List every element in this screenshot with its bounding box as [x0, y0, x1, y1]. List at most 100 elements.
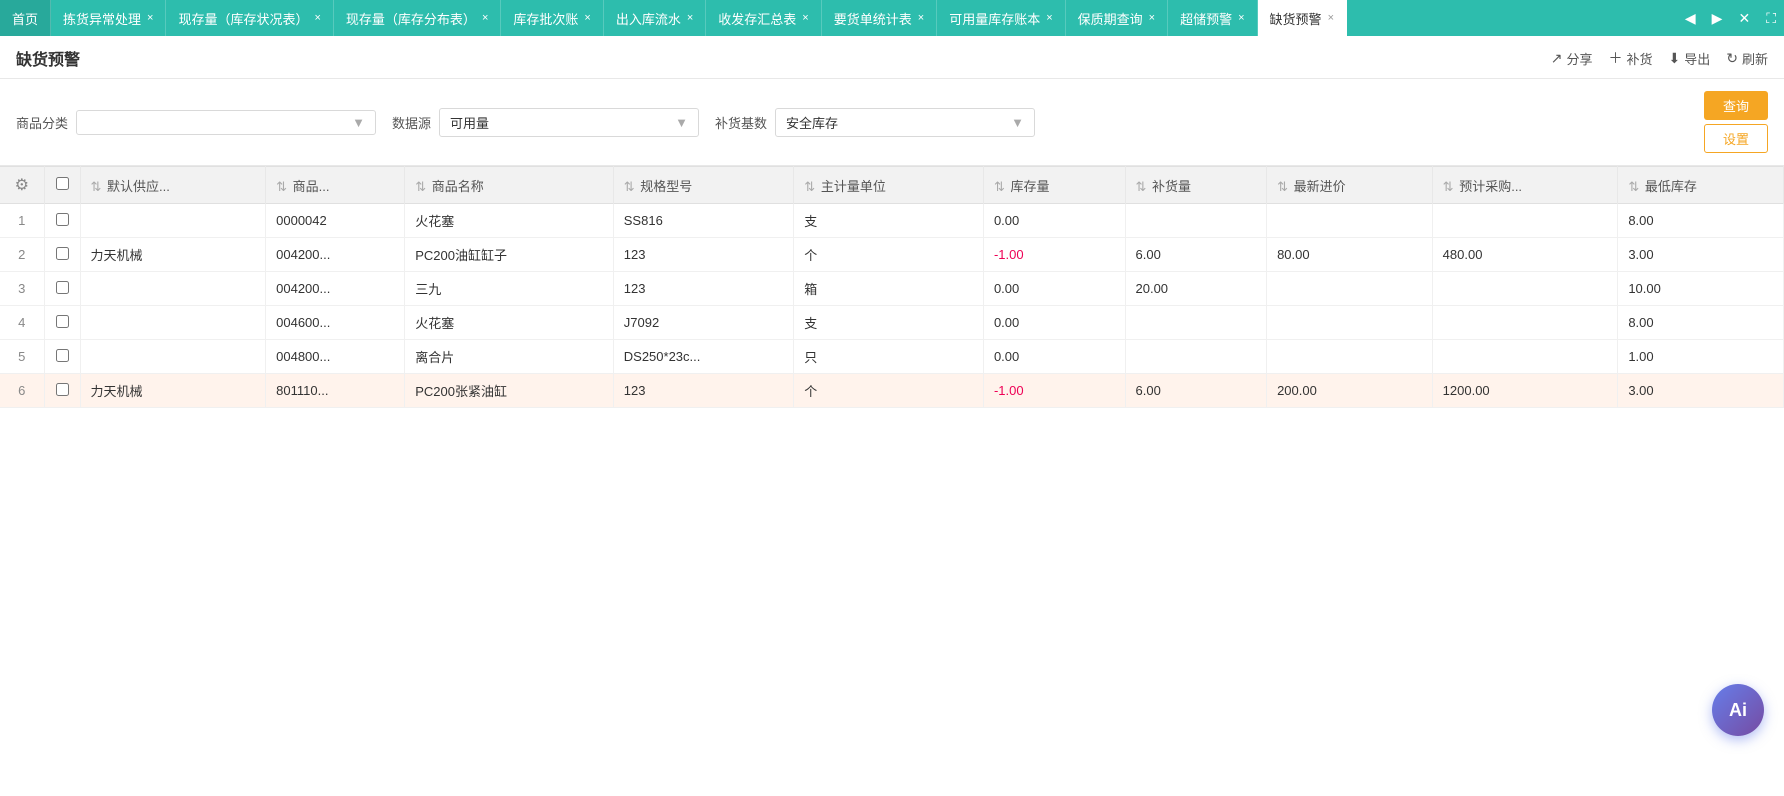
row-spec: DS250*23c...	[613, 340, 794, 374]
tab-label: 保质期查询	[1078, 9, 1143, 28]
row-index: 3	[0, 272, 44, 306]
row-stock: 0.00	[983, 340, 1125, 374]
row-spec: 123	[613, 238, 794, 272]
row-product-name: 火花塞	[405, 306, 614, 340]
sort-icon: ⇅	[1628, 179, 1639, 194]
category-label: 商品分类	[16, 113, 68, 132]
close-icon[interactable]: ×	[1238, 12, 1244, 24]
sort-icon: ⇅	[624, 179, 635, 194]
data-table: ⚙ ⇅ 默认供应... ⇅ 商品... ⇅ 商品名称	[0, 166, 1784, 408]
sort-icon: ⇅	[1443, 179, 1454, 194]
row-latest-price: 80.00	[1267, 238, 1433, 272]
col-product-code[interactable]: ⇅ 商品...	[266, 167, 405, 204]
row-latest-price	[1267, 340, 1433, 374]
row-product-code: 004200...	[266, 272, 405, 306]
close-icon[interactable]: ×	[482, 12, 488, 24]
tab-order-stats[interactable]: 要货单统计表 ×	[822, 0, 937, 36]
tab-collect-summary[interactable]: 收发存汇总表 ×	[706, 0, 821, 36]
row-checkbox-cell	[44, 340, 80, 374]
row-latest-price: 200.00	[1267, 374, 1433, 408]
tab-label: 出入库流水	[616, 9, 681, 28]
row-product-code: 004200...	[266, 238, 405, 272]
tab-home[interactable]: 首页	[0, 0, 51, 36]
sort-icon: ⇅	[804, 179, 815, 194]
row-min-stock: 3.00	[1618, 238, 1784, 272]
tab-next-button[interactable]: ▶	[1704, 0, 1731, 36]
page-header: 缺货预警 ↗ 分享 ＋ 补货 ⬇ 导出 ↻ 刷新	[0, 36, 1784, 79]
table-row: 1 0000042 火花塞 SS816 支 0.00 8.00	[0, 204, 1784, 238]
tab-shortage[interactable]: 缺货预警 ×	[1258, 0, 1347, 36]
row-checkbox[interactable]	[56, 349, 69, 362]
row-spec: SS816	[613, 204, 794, 238]
datasource-select[interactable]: 可用量 ▼	[439, 108, 699, 137]
col-estimated-purchase[interactable]: ⇅ 预计采购...	[1432, 167, 1618, 204]
close-icon[interactable]: ×	[918, 12, 924, 24]
row-checkbox[interactable]	[56, 213, 69, 226]
col-stock[interactable]: ⇅ 库存量	[983, 167, 1125, 204]
close-icon[interactable]: ×	[147, 12, 153, 24]
close-icon[interactable]: ×	[314, 12, 320, 24]
close-icon[interactable]: ×	[1149, 12, 1155, 24]
export-button[interactable]: ⬇ 导出	[1669, 49, 1711, 68]
row-stock: 0.00	[983, 306, 1125, 340]
sort-icon: ⇅	[415, 179, 426, 194]
restock-icon: ＋	[1608, 48, 1622, 68]
table-row: 5 004800... 离合片 DS250*23c... 只 0.00 1.00	[0, 340, 1784, 374]
header-actions: ↗ 分享 ＋ 补货 ⬇ 导出 ↻ 刷新	[1551, 48, 1768, 68]
query-button[interactable]: 查询	[1704, 91, 1768, 120]
row-checkbox[interactable]	[56, 315, 69, 328]
row-stock: -1.00	[983, 238, 1125, 272]
column-settings-icon[interactable]: ⚙	[15, 177, 29, 194]
col-settings: ⚙	[0, 167, 44, 204]
row-product-code: 004800...	[266, 340, 405, 374]
tab-inventory-status[interactable]: 现存量（库存状况表） ×	[166, 0, 333, 36]
tab-close-button[interactable]: ✕	[1730, 0, 1758, 36]
close-icon[interactable]: ×	[1046, 12, 1052, 24]
row-checkbox[interactable]	[56, 383, 69, 396]
col-latest-price[interactable]: ⇅ 最新进价	[1267, 167, 1433, 204]
tab-expiry-query[interactable]: 保质期查询 ×	[1066, 0, 1168, 36]
col-default-supplier[interactable]: ⇅ 默认供应...	[80, 167, 266, 204]
tab-inventory-dist[interactable]: 现存量（库存分布表） ×	[334, 0, 501, 36]
row-min-stock: 1.00	[1618, 340, 1784, 374]
tab-available-ledger[interactable]: 可用量库存账本 ×	[937, 0, 1065, 36]
select-all-checkbox[interactable]	[56, 177, 69, 190]
close-icon[interactable]: ×	[802, 12, 808, 24]
table-header-row: ⚙ ⇅ 默认供应... ⇅ 商品... ⇅ 商品名称	[0, 167, 1784, 204]
tab-label: 库存批次账	[513, 9, 578, 28]
export-icon: ⬇	[1669, 50, 1681, 67]
category-filter-group: 商品分类 ▼	[16, 110, 376, 135]
close-icon[interactable]: ×	[1328, 12, 1334, 24]
row-estimated-purchase	[1432, 204, 1618, 238]
row-checkbox[interactable]	[56, 247, 69, 260]
tab-abnormal[interactable]: 拣货异常处理 ×	[51, 0, 166, 36]
col-unit[interactable]: ⇅ 主计量单位	[794, 167, 984, 204]
col-product-name[interactable]: ⇅ 商品名称	[405, 167, 614, 204]
ai-assistant-button[interactable]: Ai	[1712, 684, 1764, 736]
tab-overstock[interactable]: 超储预警 ×	[1168, 0, 1257, 36]
tab-inout-flow[interactable]: 出入库流水 ×	[604, 0, 706, 36]
tab-batch-account[interactable]: 库存批次账 ×	[501, 0, 603, 36]
row-default-supplier	[80, 340, 266, 374]
col-restock-qty[interactable]: ⇅ 补货量	[1125, 167, 1267, 204]
settings-button[interactable]: 设置	[1704, 124, 1768, 153]
row-estimated-purchase	[1432, 340, 1618, 374]
refresh-button[interactable]: ↻ 刷新	[1726, 49, 1768, 68]
row-checkbox[interactable]	[56, 281, 69, 294]
table-row: 6 力天机械 801110... PC200张紧油缸 123 个 -1.00 6…	[0, 374, 1784, 408]
row-stock: 0.00	[983, 272, 1125, 306]
col-spec[interactable]: ⇅ 规格型号	[613, 167, 794, 204]
close-icon[interactable]: ×	[584, 12, 590, 24]
restock-button[interactable]: ＋ 补货	[1608, 48, 1652, 68]
tab-label: 现存量（库存状况表）	[178, 9, 308, 28]
datasource-filter-group: 数据源 可用量 ▼	[392, 108, 699, 137]
col-min-stock[interactable]: ⇅ 最低库存	[1618, 167, 1784, 204]
row-product-name: 离合片	[405, 340, 614, 374]
restock-base-select[interactable]: 安全库存 ▼	[775, 108, 1035, 137]
close-icon[interactable]: ×	[687, 12, 693, 24]
row-checkbox-cell	[44, 204, 80, 238]
share-button[interactable]: ↗ 分享	[1551, 49, 1593, 68]
tab-fullscreen-button[interactable]: ⛶	[1758, 0, 1784, 36]
tab-prev-button[interactable]: ◀	[1677, 0, 1704, 36]
category-select[interactable]: ▼	[76, 110, 376, 135]
